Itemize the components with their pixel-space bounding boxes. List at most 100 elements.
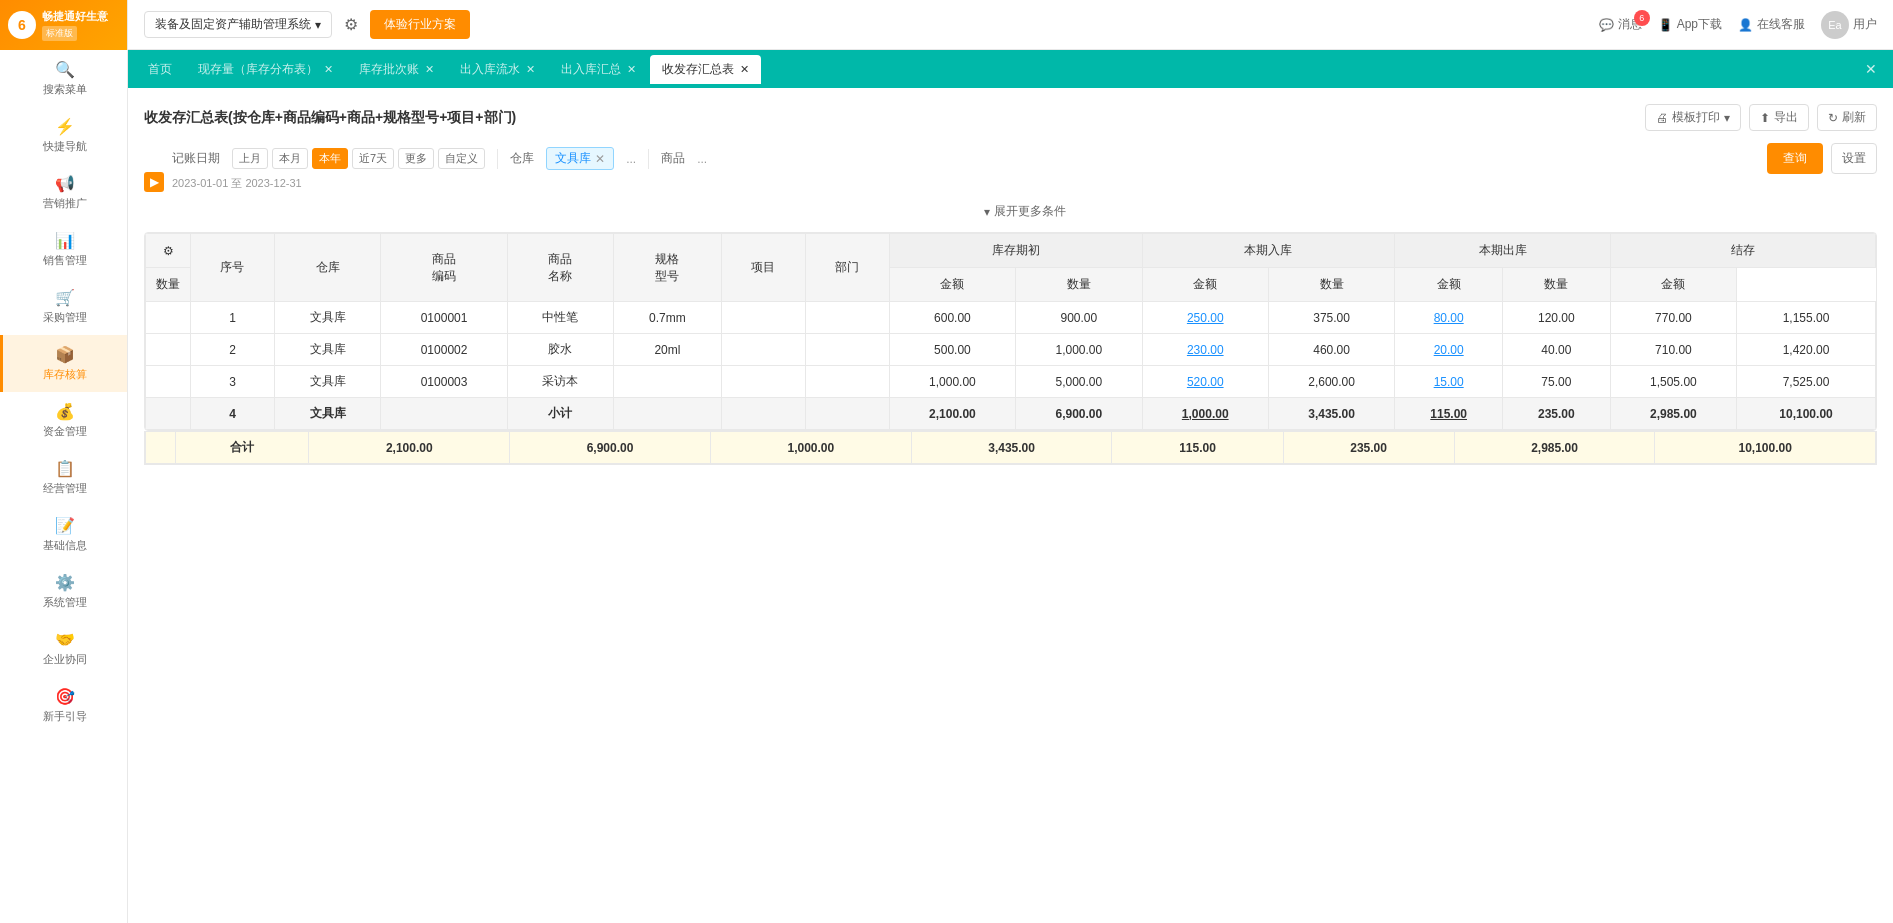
settings-icon[interactable]: ⚙ (344, 15, 358, 34)
tab-bar-close[interactable]: ✕ (1857, 57, 1885, 81)
tab-label-home: 首页 (148, 61, 172, 78)
row-opening-amt-3: 6,900.00 (1016, 398, 1142, 430)
warehouse-tag: 文具库 ✕ (546, 147, 614, 170)
row-project-1 (721, 334, 805, 366)
filter-toggle[interactable]: ▶ (144, 172, 164, 192)
sidebar-item-inventory[interactable]: 📦 库存核算 (0, 335, 127, 392)
row-warehouse-3: 文具库 (274, 398, 380, 430)
message-badge: 6 (1634, 10, 1650, 26)
row-in-qty-3: 1,000.00 (1142, 398, 1268, 430)
row-code-2: 0100003 (381, 366, 507, 398)
tab-batch[interactable]: 库存批次账✕ (347, 55, 446, 84)
goods-more[interactable]: ... (697, 152, 707, 166)
row-in-qty-2[interactable]: 520.00 (1142, 366, 1268, 398)
row-out-qty-2[interactable]: 15.00 (1395, 366, 1503, 398)
online-service-action[interactable]: 👤 在线客服 (1738, 16, 1805, 33)
sidebar-item-operation[interactable]: 📋 经营管理 (0, 449, 127, 506)
sidebar-icon-operation: 📋 (55, 459, 75, 478)
col-settings[interactable]: ⚙ (146, 234, 191, 268)
sidebar-item-basic[interactable]: 📝 基础信息 (0, 506, 127, 563)
date-btn-更多[interactable]: 更多 (398, 148, 434, 169)
export-button[interactable]: ⬆ 导出 (1749, 104, 1809, 131)
row-in-amt-3: 3,435.00 (1268, 398, 1394, 430)
row-out-qty-0[interactable]: 80.00 (1395, 302, 1503, 334)
tab-close-inout-summary[interactable]: ✕ (627, 63, 636, 76)
total-row: 合计 2,100.00 6,900.00 1,000.00 3,435.00 1… (146, 432, 1876, 464)
app-download-action[interactable]: 📱 App下载 (1658, 16, 1722, 33)
message-icon: 💬 (1599, 18, 1614, 32)
logo-text: 畅捷通好生意 标准版 (42, 9, 108, 41)
tab-close-batch[interactable]: ✕ (425, 63, 434, 76)
settings-button[interactable]: 设置 (1831, 143, 1877, 174)
tab-close-recv-send-summary[interactable]: ✕ (740, 63, 749, 76)
message-action[interactable]: 💬 消息 6 (1599, 16, 1642, 33)
print-button[interactable]: 🖨 模板打印 ▾ (1645, 104, 1741, 131)
sidebar-item-quick[interactable]: ⚡ 快捷导航 (0, 107, 127, 164)
row-no-3: 4 (191, 398, 275, 430)
sidebar-label-guide: 新手引导 (43, 709, 87, 724)
experience-button[interactable]: 体验行业方案 (370, 10, 470, 39)
col-name: 商品名称 (507, 234, 613, 302)
tab-label-recv-send-summary: 收发存汇总表 (662, 61, 734, 78)
user-action[interactable]: Ea 用户 (1821, 11, 1877, 39)
sidebar-item-finance[interactable]: 💰 资金管理 (0, 392, 127, 449)
row-settings-1 (146, 334, 191, 366)
sidebar-item-enterprise[interactable]: 🤝 企业协同 (0, 620, 127, 677)
expand-filter[interactable]: ▾ 展开更多条件 (984, 203, 1066, 220)
sidebar-item-marketing[interactable]: 📢 营销推广 (0, 164, 127, 221)
tab-stock-dist[interactable]: 现存量（库存分布表） ✕ (186, 55, 345, 84)
table-row: 2 文具库 0100002 胶水 20ml 500.00 1,000.00 23… (146, 334, 1876, 366)
table-row: 3 文具库 0100003 采访本 1,000.00 5,000.00 520.… (146, 366, 1876, 398)
col-in-qty: 数量 (1016, 268, 1142, 302)
row-in-qty-1[interactable]: 230.00 (1142, 334, 1268, 366)
sidebar-item-sales[interactable]: 📊 销售管理 (0, 221, 127, 278)
refresh-button[interactable]: ↻ 刷新 (1817, 104, 1877, 131)
avatar: Ea (1821, 11, 1849, 39)
date-btn-自定义[interactable]: 自定义 (438, 148, 485, 169)
page-title: 收发存汇总表(按仓库+商品编码+商品+规格型号+项目+部门) (144, 109, 516, 127)
tab-label-stock-dist: 现存量（库存分布表） (198, 61, 318, 78)
row-out-qty-1[interactable]: 20.00 (1395, 334, 1503, 366)
sidebar-item-guide[interactable]: 🎯 新手引导 (0, 677, 127, 734)
date-btn-本月[interactable]: 本月 (272, 148, 308, 169)
row-dept-0 (805, 302, 889, 334)
col-out-amt: 金额 (1395, 268, 1503, 302)
expand-icon: ▾ (984, 205, 990, 219)
warehouse-more[interactable]: ... (626, 152, 636, 166)
tab-close-stock-dist[interactable]: ✕ (324, 63, 333, 76)
total-table: 合计 2,100.00 6,900.00 1,000.00 3,435.00 1… (145, 431, 1876, 464)
sidebar-item-system[interactable]: ⚙️ 系统管理 (0, 563, 127, 620)
tab-recv-send-summary[interactable]: 收发存汇总表 ✕ (650, 55, 761, 84)
tab-close-inout-flow[interactable]: ✕ (526, 63, 535, 76)
date-btn-上月[interactable]: 上月 (232, 148, 268, 169)
row-opening-qty-0: 600.00 (889, 302, 1015, 334)
system-select[interactable]: 装备及固定资产辅助管理系统 ▾ (144, 11, 332, 38)
col-in-amt: 金额 (1142, 268, 1268, 302)
date-btn-本年[interactable]: 本年 (312, 148, 348, 169)
warehouse-tag-close[interactable]: ✕ (595, 152, 605, 166)
total-balance-amt: 10,100.00 (1655, 432, 1876, 464)
refresh-icon: ↻ (1828, 111, 1838, 125)
total-opening-qty: 2,100.00 (309, 432, 510, 464)
tab-label-inout-flow: 出入库流水 (460, 61, 520, 78)
col-dept: 部门 (805, 234, 889, 302)
row-no-2: 3 (191, 366, 275, 398)
col-code: 商品编码 (381, 234, 507, 302)
sidebar-item-purchase[interactable]: 🛒 采购管理 (0, 278, 127, 335)
sidebar-item-search[interactable]: 🔍 搜索菜单 (0, 50, 127, 107)
sidebar-nav: 🔍 搜索菜单 ⚡ 快捷导航 📢 营销推广 📊 销售管理 🛒 采购管理 📦 库存核… (0, 50, 127, 923)
tab-inout-summary[interactable]: 出入库汇总✕ (549, 55, 648, 84)
row-in-qty-0[interactable]: 250.00 (1142, 302, 1268, 334)
page: 收发存汇总表(按仓库+商品编码+商品+规格型号+项目+部门) 🖨 模板打印 ▾ … (128, 88, 1893, 923)
tab-inout-flow[interactable]: 出入库流水 ✕ (448, 55, 547, 84)
col-group-in: 本期入库 (1142, 234, 1395, 268)
query-button[interactable]: 查询 (1767, 143, 1823, 174)
date-btn-近7天[interactable]: 近7天 (352, 148, 394, 169)
tab-home[interactable]: 首页 (136, 55, 184, 84)
sidebar-icon-enterprise: 🤝 (55, 630, 75, 649)
row-settings-2 (146, 366, 191, 398)
online-service-label: 在线客服 (1757, 16, 1805, 33)
row-in-amt-0: 375.00 (1268, 302, 1394, 334)
row-project-3 (721, 398, 805, 430)
app-download-label: App下载 (1677, 16, 1722, 33)
